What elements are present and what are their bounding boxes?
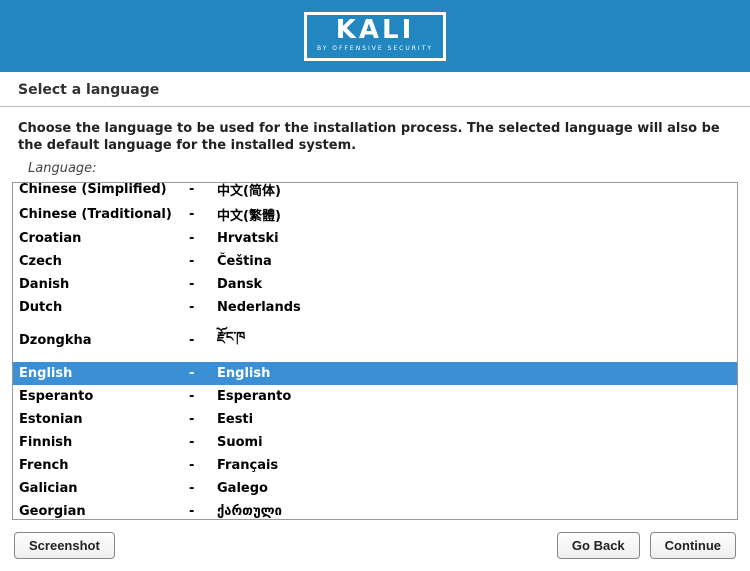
separator-dash: - [189,389,217,404]
language-name: English [19,366,189,381]
language-name: Georgian [19,504,189,519]
language-name: Esperanto [19,389,189,404]
language-name: Finnish [19,435,189,450]
language-row[interactable]: Finnish-Suomi [13,431,737,454]
language-row[interactable]: English-English [13,362,737,385]
language-name: Estonian [19,412,189,427]
separator-dash: - [189,458,217,473]
footer-bar: Screenshot Go Back Continue [0,520,750,571]
separator-dash: - [189,333,217,348]
separator-dash: - [189,300,217,315]
language-name: Chinese (Simplified) [19,183,189,197]
go-back-button[interactable]: Go Back [557,532,640,559]
language-native: Nederlands [217,300,731,315]
language-row[interactable]: Esperanto-Esperanto [13,385,737,408]
language-native: Eesti [217,412,731,427]
language-name: Chinese (Traditional) [19,207,189,222]
language-name: Dutch [19,300,189,315]
continue-button[interactable]: Continue [650,532,736,559]
separator-dash: - [189,435,217,450]
separator-dash: - [189,183,217,197]
language-name: Danish [19,277,189,292]
language-native: Hrvatski [217,231,731,246]
field-label: Language: [0,159,750,182]
separator-dash: - [189,366,217,381]
language-native: English [217,366,731,381]
language-native: Esperanto [217,389,731,404]
language-native: 中文(简体) [217,183,731,199]
separator-dash: - [189,481,217,496]
language-native: Suomi [217,435,731,450]
language-row[interactable]: Georgian-ქართული [13,500,737,519]
language-row[interactable]: Danish-Dansk [13,273,737,296]
language-row[interactable]: Chinese (Simplified)-中文(简体) [13,183,737,202]
separator-dash: - [189,412,217,427]
logo-title: KALI [317,17,433,43]
language-row[interactable]: Estonian-Eesti [13,408,737,431]
language-name: French [19,458,189,473]
language-row[interactable]: Croatian-Hrvatski [13,227,737,250]
installer-header: KALI BY OFFENSIVE SECURITY [0,0,750,72]
separator-dash: - [189,504,217,519]
language-native: ქართული [217,504,731,519]
language-row[interactable]: French-Français [13,454,737,477]
screenshot-button[interactable]: Screenshot [14,532,115,559]
separator-dash: - [189,277,217,292]
language-row[interactable]: Dzongkha-རྫོང་ཁ [13,319,737,362]
instructions-text: Choose the language to be used for the i… [0,106,750,159]
language-native: Français [217,458,731,473]
language-native: Čeština [217,254,731,269]
separator-dash: - [189,254,217,269]
kali-logo: KALI BY OFFENSIVE SECURITY [304,12,446,61]
language-native: Dansk [217,277,731,292]
separator-dash: - [189,231,217,246]
language-native: Galego [217,481,731,496]
separator-dash: - [189,207,217,222]
language-name: Galician [19,481,189,496]
language-native: 中文(繁體) [217,205,731,224]
language-scroll[interactable]: Chinese (Simplified)-中文(简体)Chinese (Trad… [13,183,737,519]
language-name: Dzongkha [19,333,189,348]
language-row[interactable]: Galician-Galego [13,477,737,500]
language-row[interactable]: Chinese (Traditional)-中文(繁體) [13,202,737,227]
language-row[interactable]: Dutch-Nederlands [13,296,737,319]
language-name: Croatian [19,231,189,246]
language-listbox: Chinese (Simplified)-中文(简体)Chinese (Trad… [12,182,738,520]
language-row[interactable]: Czech-Čeština [13,250,737,273]
page-title: Select a language [0,72,750,106]
language-native: རྫོང་ཁ [217,322,731,359]
logo-subtitle: BY OFFENSIVE SECURITY [317,45,433,52]
language-name: Czech [19,254,189,269]
